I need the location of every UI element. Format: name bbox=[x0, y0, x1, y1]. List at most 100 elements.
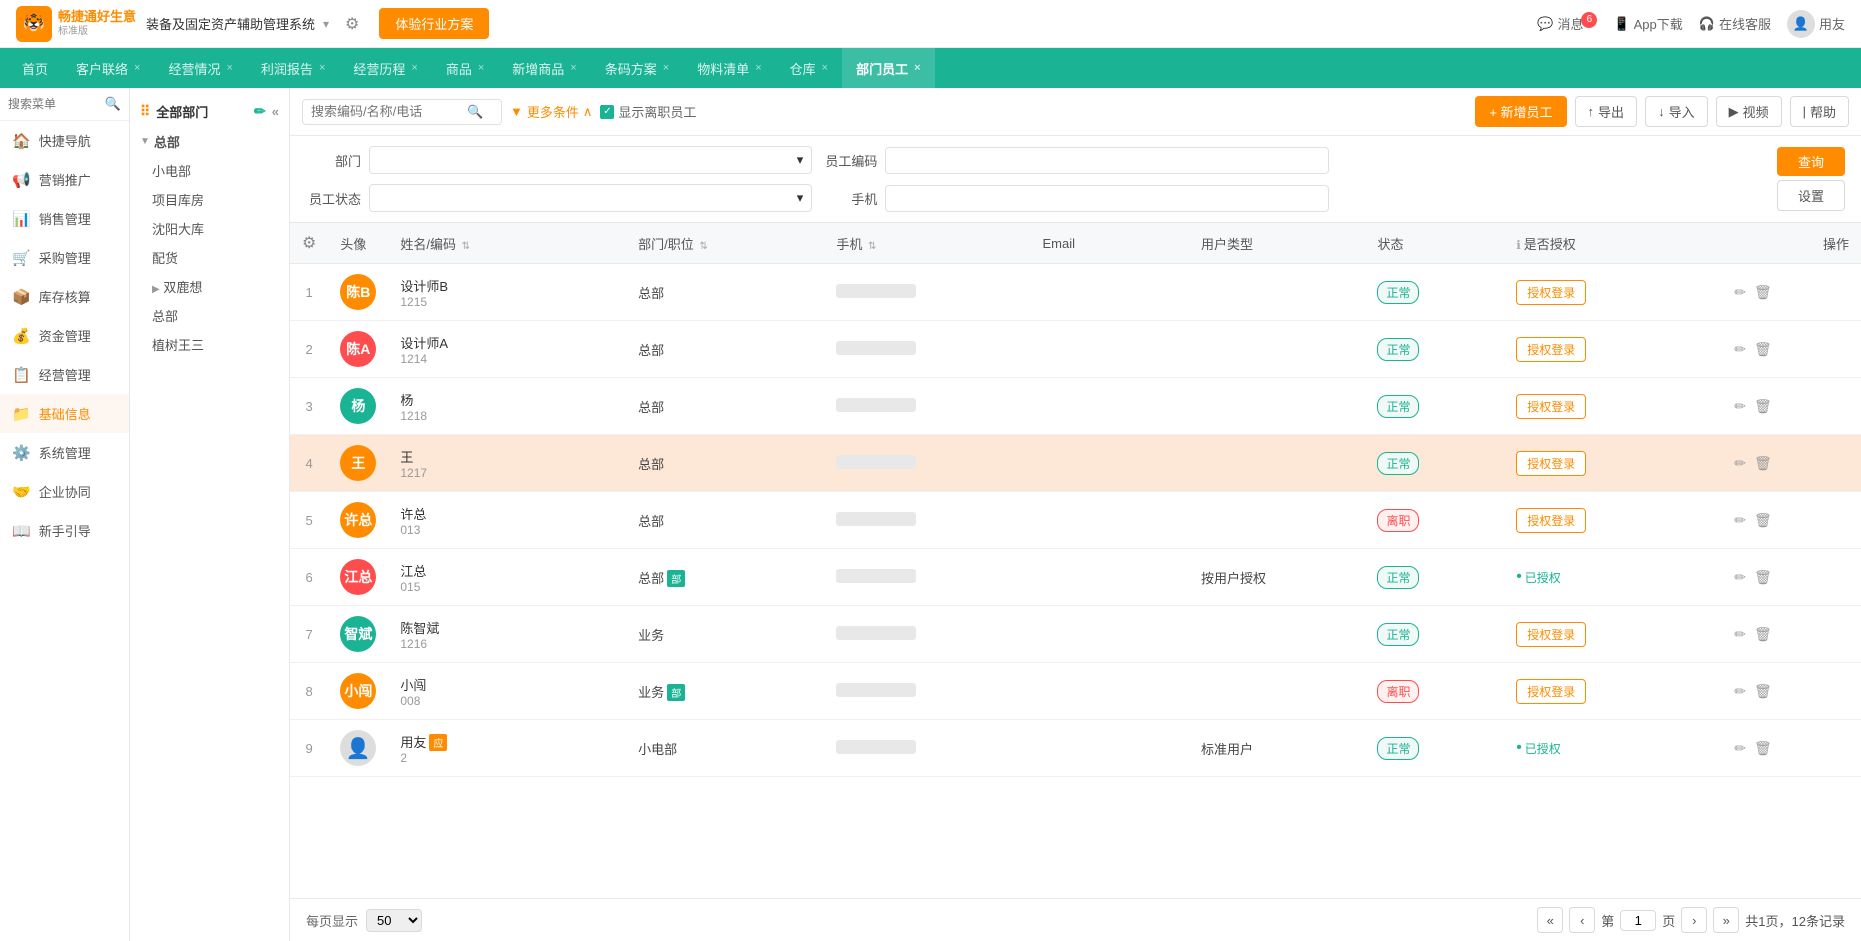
auth-btn[interactable]: 授权登录 bbox=[1516, 451, 1586, 476]
auth-btn[interactable]: 授权登录 bbox=[1516, 394, 1586, 419]
user-area[interactable]: 👤 用友 bbox=[1787, 10, 1845, 38]
delete-icon[interactable]: 🗑 bbox=[1754, 569, 1772, 586]
delete-icon[interactable]: 🗑 bbox=[1754, 626, 1772, 643]
show-resigned-area[interactable]: ✓ 显示离职员工 bbox=[600, 102, 696, 121]
sidebar-item-marketing[interactable]: 📢 营销推广 bbox=[0, 160, 129, 199]
edit-icon[interactable]: ✏ bbox=[1734, 569, 1746, 586]
tab-warehouse[interactable]: 仓库 × bbox=[776, 48, 842, 88]
auth-btn[interactable]: 授权登录 bbox=[1516, 508, 1586, 533]
dept-all-label[interactable]: 全部部门 bbox=[156, 102, 248, 121]
tab-history[interactable]: 经营历程 × bbox=[339, 48, 431, 88]
sidebar-item-quicknav[interactable]: 🏠 快捷导航 bbox=[0, 121, 129, 160]
sidebar-item-finance[interactable]: 💰 资金管理 bbox=[0, 316, 129, 355]
edit-icon[interactable]: ✏ bbox=[1734, 398, 1746, 415]
tab-barcode[interactable]: 条码方案 × bbox=[591, 48, 683, 88]
tab-operations[interactable]: 经营情况 × bbox=[154, 48, 246, 88]
dept-node-xm[interactable]: 项目库房 bbox=[130, 185, 289, 214]
sidebar-item-operation[interactable]: 📋 经营管理 bbox=[0, 355, 129, 394]
basic-icon: 📁 bbox=[12, 405, 31, 423]
table-header-row: ⚙ 头像 姓名/编码 ⇅ 部门/职位 ⇅ 手机 ⇅ Email 用户类型 状态 … bbox=[290, 223, 1861, 264]
messages-btn[interactable]: 💬 消息 6 bbox=[1537, 14, 1597, 33]
table-settings-icon[interactable]: ⚙ bbox=[302, 235, 316, 252]
auth-btn[interactable]: 授权登录 bbox=[1516, 622, 1586, 647]
dept-node-xd[interactable]: 小电部 bbox=[130, 156, 289, 185]
delete-icon[interactable]: 🗑 bbox=[1754, 341, 1772, 358]
tab-home[interactable]: 首页 bbox=[8, 48, 62, 88]
app-download-btn[interactable]: 📱 App下载 bbox=[1613, 14, 1682, 33]
last-page-btn[interactable]: » bbox=[1713, 907, 1739, 933]
sidebar-item-basic[interactable]: 📁 基础信息 bbox=[0, 394, 129, 433]
prev-page-btn[interactable]: ‹ bbox=[1569, 907, 1595, 933]
auth-btn[interactable]: 授权登录 bbox=[1516, 679, 1586, 704]
dept-node-sl[interactable]: ▶ 双鹿想 bbox=[130, 272, 289, 301]
table-row: 1陈B设计师B1215总部正常授权登录✏🗑 bbox=[290, 264, 1861, 321]
nav-tabs: 首页 客户联络 × 经营情况 × 利润报告 × 经营历程 × 商品 × 新增商品… bbox=[0, 48, 1861, 88]
sidebar-item-inventory[interactable]: 📦 库存核算 bbox=[0, 277, 129, 316]
sidebar-item-purchase[interactable]: 🛒 采购管理 bbox=[0, 238, 129, 277]
dept-edit-icon[interactable]: ✏ bbox=[254, 103, 266, 120]
edit-icon[interactable]: ✏ bbox=[1734, 512, 1746, 529]
delete-icon[interactable]: 🗑 bbox=[1754, 284, 1772, 301]
view-btn[interactable]: ▶ 视频 bbox=[1716, 96, 1782, 127]
auth-btn[interactable]: 授权登录 bbox=[1516, 280, 1586, 305]
search-input[interactable] bbox=[311, 104, 461, 119]
dept-node-zb[interactable]: 总部 bbox=[130, 301, 289, 330]
filter-btns: 查询 设置 bbox=[1777, 147, 1845, 211]
online-service-btn[interactable]: 🎧 在线客服 bbox=[1699, 14, 1771, 33]
export-btn[interactable]: ↑ 导出 bbox=[1575, 96, 1638, 127]
dept-node-zongbu-parent[interactable]: ▼ 总部 bbox=[130, 127, 289, 156]
search-submit-icon[interactable]: 🔍 bbox=[467, 104, 483, 120]
dept-node-zs[interactable]: 植树王三 bbox=[130, 330, 289, 359]
filter-dept-select[interactable]: ▾ bbox=[369, 146, 812, 174]
sys-dropdown-arrow[interactable]: ▾ bbox=[323, 17, 329, 31]
tab-profit[interactable]: 利润报告 × bbox=[247, 48, 339, 88]
sidebar-item-system[interactable]: ⚙️ 系统管理 bbox=[0, 433, 129, 472]
sidebar-search-input[interactable] bbox=[8, 97, 99, 111]
edit-icon[interactable]: ✏ bbox=[1734, 740, 1746, 757]
tab-department[interactable]: 部门员工 × bbox=[842, 48, 934, 88]
edit-icon[interactable]: ✏ bbox=[1734, 341, 1746, 358]
per-page-select[interactable]: 50 100 200 bbox=[366, 909, 422, 932]
delete-icon[interactable]: 🗑 bbox=[1754, 455, 1772, 472]
edit-icon[interactable]: ✏ bbox=[1734, 284, 1746, 301]
settings-icon[interactable]: ⚙ bbox=[345, 14, 359, 34]
sidebar-item-label: 新手引导 bbox=[39, 521, 91, 540]
filter-phone-input[interactable] bbox=[885, 185, 1328, 212]
reset-btn[interactable]: 设置 bbox=[1777, 180, 1845, 211]
col-header-name[interactable]: 姓名/编码 ⇅ bbox=[388, 223, 626, 264]
query-btn[interactable]: 查询 bbox=[1777, 147, 1845, 176]
delete-icon[interactable]: 🗑 bbox=[1754, 683, 1772, 700]
page-input[interactable] bbox=[1620, 910, 1656, 931]
trial-btn[interactable]: 体验行业方案 bbox=[379, 8, 489, 39]
cell-email bbox=[1030, 264, 1189, 321]
dept-node-sy[interactable]: 沈阳大库 bbox=[130, 214, 289, 243]
edit-icon[interactable]: ✏ bbox=[1734, 455, 1746, 472]
sidebar-item-guide[interactable]: 📖 新手引导 bbox=[0, 511, 129, 550]
delete-icon[interactable]: 🗑 bbox=[1754, 740, 1772, 757]
edit-icon[interactable]: ✏ bbox=[1734, 683, 1746, 700]
show-resigned-checkbox[interactable]: ✓ bbox=[600, 105, 614, 119]
edit-icon[interactable]: ✏ bbox=[1734, 626, 1746, 643]
filter-empstatus-select[interactable]: ▾ bbox=[369, 184, 812, 212]
delete-icon[interactable]: 🗑 bbox=[1754, 512, 1772, 529]
col-header-phone[interactable]: 手机 ⇅ bbox=[824, 223, 1030, 264]
sidebar-item-collab[interactable]: 🤝 企业协同 bbox=[0, 472, 129, 511]
filter-empcode-input[interactable] bbox=[885, 147, 1328, 174]
import-btn[interactable]: ↓ 导入 bbox=[1645, 96, 1708, 127]
tab-goods[interactable]: 商品 × bbox=[432, 48, 498, 88]
tab-add-goods[interactable]: 新增商品 × bbox=[498, 48, 590, 88]
sidebar-item-sales[interactable]: 📊 销售管理 bbox=[0, 199, 129, 238]
more-filter-btn[interactable]: ▼ 更多条件 ∧ bbox=[510, 102, 592, 121]
cell-phone bbox=[824, 606, 1030, 663]
tab-customer[interactable]: 客户联络 × bbox=[62, 48, 154, 88]
dept-collapse-icon[interactable]: « bbox=[272, 104, 279, 119]
auth-btn[interactable]: 授权登录 bbox=[1516, 337, 1586, 362]
help-btn[interactable]: | 帮助 bbox=[1790, 96, 1849, 127]
col-header-dept[interactable]: 部门/职位 ⇅ bbox=[626, 223, 824, 264]
delete-icon[interactable]: 🗑 bbox=[1754, 398, 1772, 415]
dept-node-ph[interactable]: 配货 bbox=[130, 243, 289, 272]
next-page-btn[interactable]: › bbox=[1681, 907, 1707, 933]
add-employee-btn[interactable]: + 新增员工 bbox=[1475, 96, 1566, 127]
first-page-btn[interactable]: « bbox=[1537, 907, 1563, 933]
tab-bom[interactable]: 物料清单 × bbox=[683, 48, 775, 88]
